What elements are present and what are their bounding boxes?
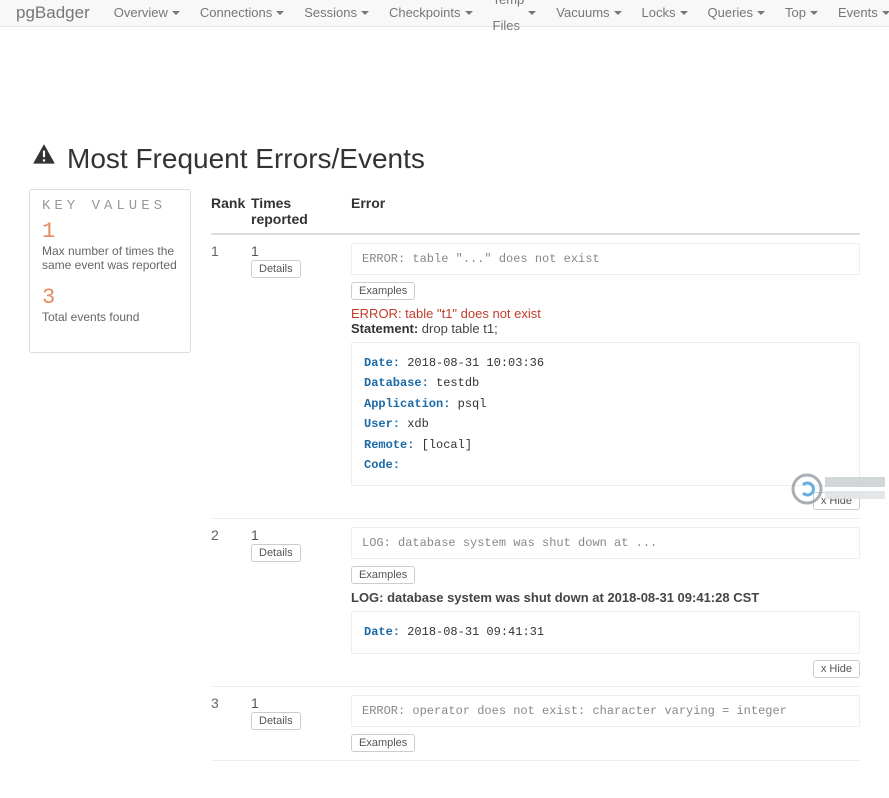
nav-events[interactable]: Events xyxy=(828,0,889,39)
table-row: 2 1 Details LOG: database system was shu… xyxy=(211,519,860,686)
times-value: 1 xyxy=(251,243,351,259)
hide-button[interactable]: x Hide xyxy=(813,660,860,678)
times-cell: 1 Details xyxy=(251,243,351,278)
examples-button[interactable]: Examples xyxy=(351,734,415,752)
section-title: Most Frequent Errors/Events xyxy=(31,142,860,175)
rank-value: 2 xyxy=(211,527,251,543)
nav-overview[interactable]: Overview xyxy=(104,0,190,39)
nav-label: Locks xyxy=(642,0,676,26)
main-nav: Overview Connections Sessions Checkpoint… xyxy=(104,0,889,39)
nav-label: Overview xyxy=(114,0,168,26)
details-button[interactable]: Details xyxy=(251,712,301,730)
table-row: 1 1 Details ERROR: table "..." does not … xyxy=(211,235,860,519)
examples-button[interactable]: Examples xyxy=(351,566,415,584)
nav-label: Events xyxy=(838,0,878,26)
times-value: 1 xyxy=(251,695,351,711)
chevron-down-icon xyxy=(680,11,688,15)
key-values-card: KEY VALUES 1 Max number of times the sam… xyxy=(29,189,191,353)
example-fields: Date: 2018-08-31 09:41:31 xyxy=(351,611,860,653)
example-headline: LOG: database system was shut down at 20… xyxy=(351,590,860,605)
nav-locks[interactable]: Locks xyxy=(632,0,698,39)
chevron-down-icon xyxy=(882,11,889,15)
col-error: Error xyxy=(351,195,860,227)
errors-table: Rank Times reported Error 1 1 Details ER… xyxy=(211,189,860,761)
nav-label: Checkpoints xyxy=(389,0,461,26)
table-row: 3 1 Details ERROR: operator does not exi… xyxy=(211,687,860,761)
stat-desc: Max number of times the same event was r… xyxy=(42,244,178,272)
example-headline: ERROR: table "t1" does not exist Stateme… xyxy=(351,306,860,336)
nav-vacuums[interactable]: Vacuums xyxy=(546,0,631,39)
nav-connections[interactable]: Connections xyxy=(190,0,294,39)
section-title-text: Most Frequent Errors/Events xyxy=(67,143,425,175)
examples-button[interactable]: Examples xyxy=(351,282,415,300)
warning-triangle-icon xyxy=(31,142,57,175)
nav-label: Vacuums xyxy=(556,0,609,26)
table-header: Rank Times reported Error xyxy=(211,189,860,235)
brand: pgBadger xyxy=(16,0,90,26)
log-text: LOG: database system was shut down at 20… xyxy=(351,590,759,605)
field-application: psql xyxy=(458,397,487,411)
chevron-down-icon xyxy=(361,11,369,15)
watermark-logo xyxy=(789,467,889,514)
nav-label: Connections xyxy=(200,0,272,26)
times-cell: 1 Details xyxy=(251,527,351,562)
details-button[interactable]: Details xyxy=(251,260,301,278)
field-remote: [local] xyxy=(422,438,472,452)
error-code: LOG: database system was shut down at ..… xyxy=(351,527,860,559)
nav-checkpoints[interactable]: Checkpoints xyxy=(379,0,483,39)
stat-desc: Total events found xyxy=(42,310,178,324)
chevron-down-icon xyxy=(810,11,818,15)
nav-sessions[interactable]: Sessions xyxy=(294,0,379,39)
error-code: ERROR: operator does not exist: characte… xyxy=(351,695,860,727)
stat-block: 1 Max number of times the same event was… xyxy=(42,220,178,272)
errors-panel: Most Frequent Errors/Events KEY VALUES 1… xyxy=(8,123,881,790)
chevron-down-icon xyxy=(465,11,473,15)
field-date: 2018-08-31 09:41:31 xyxy=(407,625,544,639)
chevron-down-icon xyxy=(614,11,622,15)
navbar: pgBadger Overview Connections Sessions C… xyxy=(0,0,889,27)
rank-value: 1 xyxy=(211,243,251,259)
rank-value: 3 xyxy=(211,695,251,711)
col-rank: Rank xyxy=(211,195,251,227)
field-user: xdb xyxy=(407,417,429,431)
chevron-down-icon xyxy=(757,11,765,15)
chevron-down-icon xyxy=(276,11,284,15)
nav-label: Queries xyxy=(708,0,754,26)
times-value: 1 xyxy=(251,527,351,543)
col-times: Times reported xyxy=(251,195,351,227)
nav-queries[interactable]: Queries xyxy=(698,0,776,39)
details-button[interactable]: Details xyxy=(251,544,301,562)
nav-label: Sessions xyxy=(304,0,357,26)
example-fields: Date: 2018-08-31 10:03:36 Database: test… xyxy=(351,342,860,486)
nav-top[interactable]: Top xyxy=(775,0,828,39)
field-database: testdb xyxy=(436,376,479,390)
statement-label: Statement: xyxy=(351,321,418,336)
chevron-down-icon xyxy=(172,11,180,15)
error-text: ERROR: table "t1" does not exist xyxy=(351,306,541,321)
nav-label: Top xyxy=(785,0,806,26)
nav-label: Temp Files xyxy=(493,0,525,39)
prev-panel-tail xyxy=(8,35,881,87)
stat-number: 1 xyxy=(42,220,178,244)
key-values-title: KEY VALUES xyxy=(42,198,178,214)
stat-number: 3 xyxy=(42,286,178,310)
stat-block: 3 Total events found xyxy=(42,286,178,324)
statement-sql: drop table t1; xyxy=(418,321,498,336)
chevron-down-icon xyxy=(528,11,536,15)
field-date: 2018-08-31 10:03:36 xyxy=(407,356,544,370)
times-cell: 1 Details xyxy=(251,695,351,730)
nav-tempfiles[interactable]: Temp Files xyxy=(483,0,547,39)
error-code: ERROR: table "..." does not exist xyxy=(351,243,860,275)
